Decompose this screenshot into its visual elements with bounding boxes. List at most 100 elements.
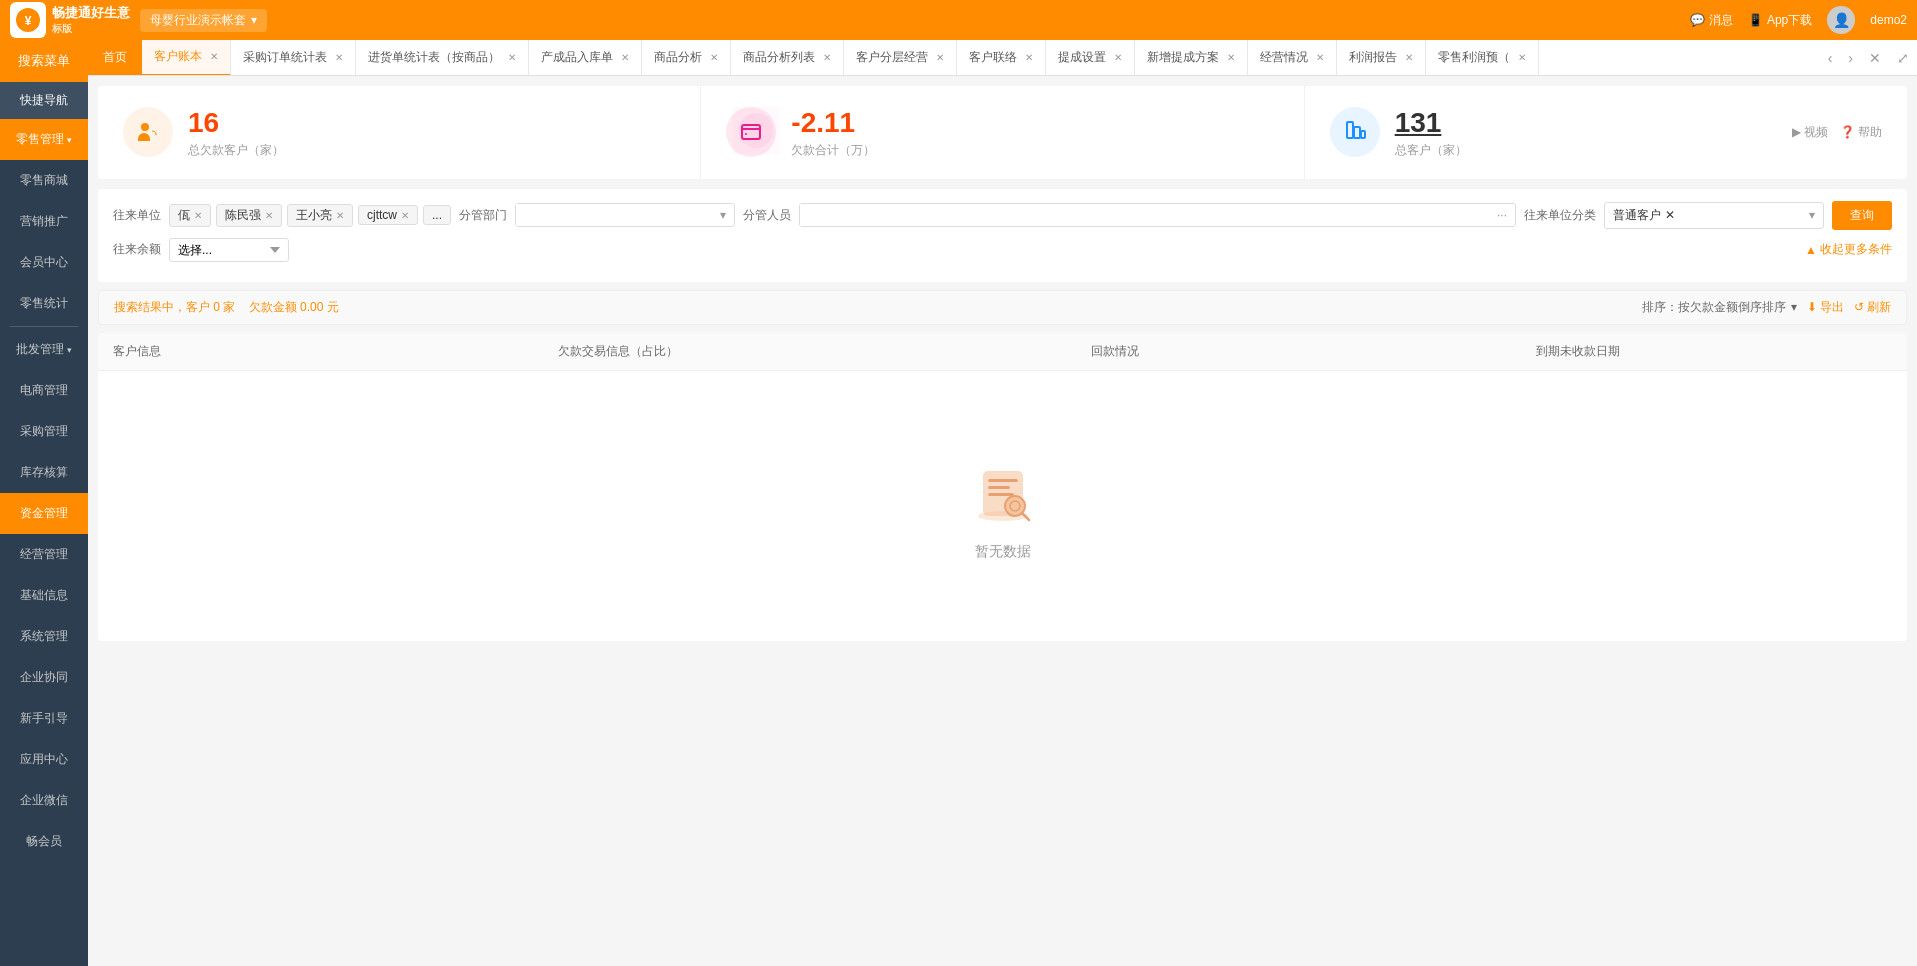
tab-expand-btn[interactable]: ⤢ — [1889, 50, 1917, 66]
sidebar-item-enterprise[interactable]: 企业协同 — [0, 657, 88, 698]
account-selector[interactable]: 母婴行业演示帐套 ▾ — [140, 9, 267, 32]
sort-chevron-icon: ▾ — [1791, 300, 1797, 314]
stat-card-customers: 16 总欠款客户（家） — [98, 86, 701, 179]
sidebar-item-wechat[interactable]: 企业微信 — [0, 780, 88, 821]
tab-new-commission[interactable]: 新增提成方案 ✕ — [1135, 40, 1248, 76]
sidebar-item-purchase[interactable]: 采购管理 — [0, 411, 88, 452]
tab-product-analysis-list[interactable]: 商品分析列表 ✕ — [731, 40, 844, 76]
sidebar-item-finance[interactable]: 资金管理 — [0, 493, 88, 534]
svg-rect-8 — [1361, 131, 1365, 138]
tab-next-btn[interactable]: › — [1840, 50, 1861, 66]
person-input-field[interactable] — [800, 204, 1489, 226]
tab-close-profit[interactable]: ✕ — [1405, 52, 1413, 63]
messages-btn[interactable]: 💬 消息 — [1690, 12, 1733, 29]
tab-close-all-btn[interactable]: ✕ — [1861, 50, 1889, 66]
filter-tag-close-cj[interactable]: ✕ — [401, 210, 409, 221]
sidebar-item-marketing[interactable]: 营销推广 — [0, 201, 88, 242]
sidebar-item-member[interactable]: 会员中心 — [0, 242, 88, 283]
tab-purchase-product-stats[interactable]: 进货单统计表（按商品） ✕ — [356, 40, 529, 76]
filter-dept-input[interactable]: ▾ — [515, 203, 735, 227]
filter-unit-type-input[interactable]: 普通客户 ✕ ▾ — [1604, 202, 1824, 229]
logo-sub: 标版 — [52, 22, 130, 36]
sidebar-item-system[interactable]: 系统管理 — [0, 616, 88, 657]
tab-customer-tier[interactable]: 客户分层经营 ✕ — [844, 40, 957, 76]
tab-close-customer-tier[interactable]: ✕ — [936, 52, 944, 63]
tab-purchase-order-stats[interactable]: 采购订单统计表 ✕ — [231, 40, 356, 76]
tab-close-product-inbound[interactable]: ✕ — [621, 52, 629, 63]
filter-tag-close-chen[interactable]: ✕ — [265, 210, 273, 221]
query-button[interactable]: 查询 — [1832, 201, 1892, 230]
filter-person-input[interactable]: ··· — [799, 203, 1516, 227]
empty-icon — [963, 451, 1043, 531]
tab-customer-ledger[interactable]: 客户账本 ✕ — [142, 40, 231, 76]
tab-close-business[interactable]: ✕ — [1316, 52, 1324, 63]
svg-rect-7 — [1354, 127, 1360, 138]
sidebar-item-retail-stats[interactable]: 零售统计 — [0, 283, 88, 324]
filter-tag-chen[interactable]: 陈民强 ✕ — [216, 204, 282, 227]
tab-close-purchase-order[interactable]: ✕ — [335, 52, 343, 63]
logo: ¥ 畅捷通好生意 标版 — [10, 2, 130, 38]
sidebar-item-app-center[interactable]: 应用中心 — [0, 739, 88, 780]
sidebar-item-wholesale[interactable]: 批发管理 ▾ — [0, 329, 88, 370]
dept-input-field[interactable] — [516, 204, 712, 226]
tab-home[interactable]: 首页 — [88, 40, 142, 76]
empty-text: 暂无数据 — [975, 543, 1031, 561]
unit-type-suffix[interactable]: ▾ — [1801, 208, 1823, 222]
filter-balance-select[interactable]: 选择... — [169, 238, 289, 262]
tab-product-analysis[interactable]: 商品分析 ✕ — [642, 40, 731, 76]
sidebar-item-basic-info[interactable]: 基础信息 — [0, 575, 88, 616]
tab-close-new-commission[interactable]: ✕ — [1227, 52, 1235, 63]
sidebar-item-member2[interactable]: 畅会员 — [0, 821, 88, 862]
app-download-btn[interactable]: 📱 App下载 — [1748, 12, 1812, 29]
result-info: 搜索结果中，客户 0 家 欠款金额 0.00 元 — [114, 299, 339, 316]
tab-profit-report[interactable]: 利润报告 ✕ — [1337, 40, 1426, 76]
dept-input-suffix[interactable]: ▾ — [712, 208, 734, 222]
sidebar-divider-1 — [10, 326, 78, 327]
tab-close-customer-contact[interactable]: ✕ — [1025, 52, 1033, 63]
username[interactable]: demo2 — [1870, 13, 1907, 27]
tab-prev-btn[interactable]: ‹ — [1820, 50, 1841, 66]
sidebar-search[interactable]: 搜索菜单 — [0, 40, 88, 82]
filter-tag-close-wa[interactable]: ✕ — [194, 210, 202, 221]
tab-commission-setting[interactable]: 提成设置 ✕ — [1046, 40, 1135, 76]
filter-tag-close-wang[interactable]: ✕ — [336, 210, 344, 221]
filter-tag-wang[interactable]: 王小亮 ✕ — [287, 204, 353, 227]
tab-bar: 首页 客户账本 ✕ 采购订单统计表 ✕ 进货单统计表（按商品） ✕ 产成品入库单… — [88, 40, 1917, 76]
filter-row-2: 往来余额 选择... ▲ 收起更多条件 — [113, 238, 1892, 262]
top-bar-right: 💬 消息 📱 App下载 👤 demo2 — [1690, 6, 1907, 34]
tab-close-commission[interactable]: ✕ — [1114, 52, 1122, 63]
tab-customer-contact[interactable]: 客户联络 ✕ — [957, 40, 1046, 76]
sidebar-item-operations[interactable]: 经营管理 — [0, 534, 88, 575]
person-input-suffix[interactable]: ··· — [1489, 208, 1515, 222]
tab-close-retail-profit[interactable]: ✕ — [1518, 52, 1526, 63]
tab-product-inbound[interactable]: 产成品入库单 ✕ — [529, 40, 642, 76]
help-link[interactable]: ❓ 帮助 — [1840, 124, 1882, 141]
stat-info-customers: 16 总欠款客户（家） — [188, 106, 284, 159]
sidebar: 搜索菜单 快捷导航 零售管理 ▾ 零售商城 营销推广 会员中心 零售统计 批发管… — [0, 40, 88, 966]
filter-tag-more[interactable]: ... — [423, 205, 451, 225]
sort-selector[interactable]: 排序：按欠款金额倒序排序 ▾ — [1642, 299, 1797, 316]
tab-close-product-analysis-list[interactable]: ✕ — [823, 52, 831, 63]
sidebar-quick-nav[interactable]: 快捷导航 — [0, 82, 88, 119]
tab-business[interactable]: 经营情况 ✕ — [1248, 40, 1337, 76]
col-repay-info: 回款情况 — [1091, 343, 1536, 360]
tab-retail-profit[interactable]: 零售利润预（ ✕ — [1426, 40, 1539, 76]
sidebar-item-inventory[interactable]: 库存核算 — [0, 452, 88, 493]
collapse-button[interactable]: ▲ 收起更多条件 — [1805, 241, 1892, 258]
filter-tag-wa[interactable]: 佤 ✕ — [169, 204, 211, 227]
stat-label-debt: 欠款合计（万） — [791, 142, 875, 159]
export-button[interactable]: ⬇ 导出 — [1807, 299, 1844, 316]
tab-close-product-analysis[interactable]: ✕ — [710, 52, 718, 63]
filter-tag-cj[interactable]: cjttcw ✕ — [358, 205, 418, 225]
tab-close-purchase-product[interactable]: ✕ — [508, 52, 516, 63]
tab-close-customer-ledger[interactable]: ✕ — [210, 51, 218, 62]
sidebar-item-newbie[interactable]: 新手引导 — [0, 698, 88, 739]
sidebar-item-retail-manage[interactable]: 零售管理 ▾ — [0, 119, 88, 160]
stat-label-total: 总客户（家） — [1395, 142, 1467, 159]
video-link[interactable]: ▶ 视频 — [1792, 124, 1828, 141]
sidebar-item-retail-mall[interactable]: 零售商城 — [0, 160, 88, 201]
refresh-button[interactable]: ↺ 刷新 — [1854, 299, 1891, 316]
unit-type-close[interactable]: ✕ — [1665, 208, 1675, 222]
sidebar-item-ecommerce[interactable]: 电商管理 — [0, 370, 88, 411]
empty-state: 暂无数据 — [98, 371, 1907, 641]
